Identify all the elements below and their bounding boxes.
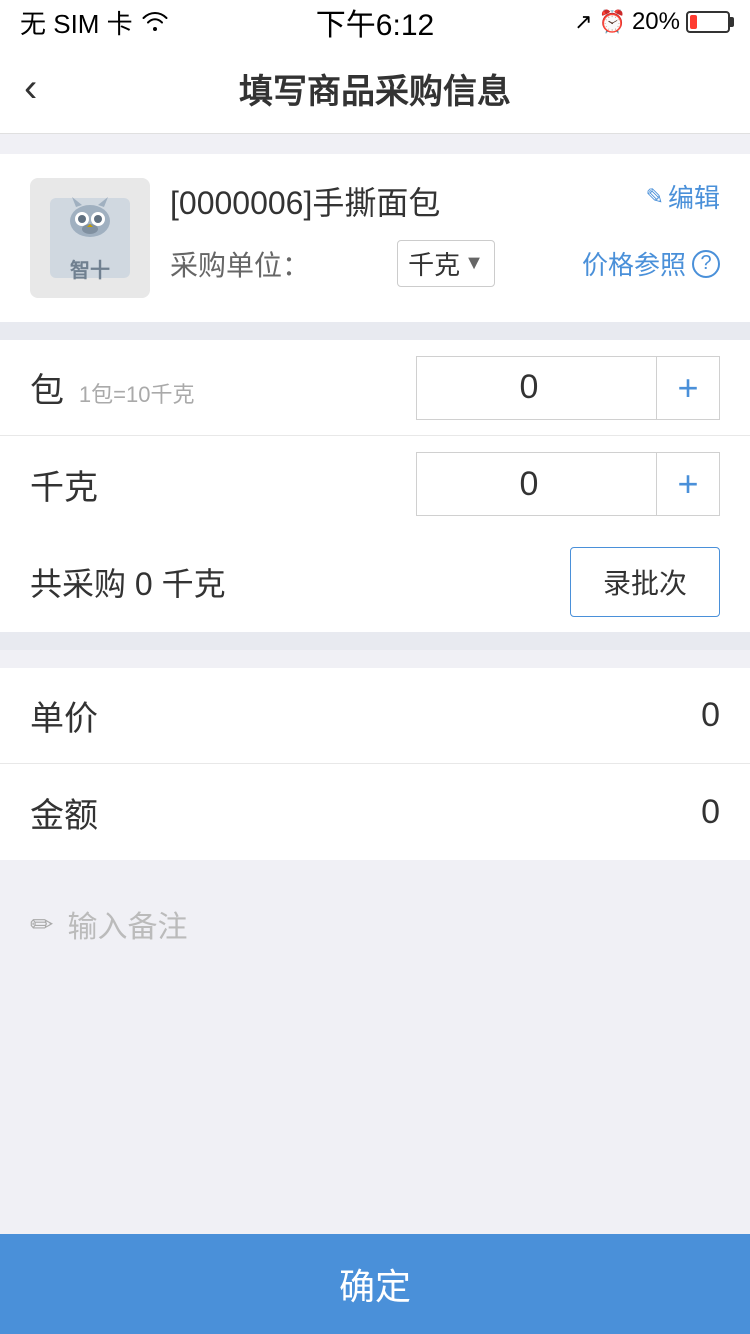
chevron-down-icon: ▼ bbox=[464, 252, 484, 275]
page-title: 填写商品采购信息 bbox=[239, 64, 511, 113]
bao-number-input[interactable] bbox=[416, 356, 656, 420]
wifi-icon bbox=[141, 7, 169, 38]
unit-select[interactable]: 千克 ▼ bbox=[397, 240, 495, 287]
section-divider-1 bbox=[0, 322, 750, 340]
bao-label: 包 bbox=[30, 372, 64, 410]
edit-button[interactable]: ✎ 编辑 bbox=[646, 178, 720, 215]
amount-row: 金额 0 bbox=[0, 764, 750, 860]
bao-input-row: 包 1包=10千克 + bbox=[0, 340, 750, 436]
location-icon: ↗ bbox=[574, 9, 592, 35]
notes-section[interactable]: ✏ 输入备注 bbox=[0, 878, 750, 970]
kg-plus-button[interactable]: + bbox=[656, 452, 720, 516]
price-ref-button[interactable]: 价格参照 ? bbox=[582, 245, 720, 282]
summary-row: 共采购 0 千克 录批次 bbox=[0, 532, 750, 632]
amount-label: 金额 bbox=[30, 788, 98, 837]
kg-input-right: + bbox=[416, 452, 720, 516]
kg-input-row: 千克 + bbox=[0, 436, 750, 532]
section-divider-2 bbox=[0, 632, 750, 650]
price-section: 单价 0 金额 0 bbox=[0, 668, 750, 860]
status-bar-left: 无 SIM 卡 bbox=[20, 4, 169, 41]
product-image-label: 智十 bbox=[70, 254, 110, 283]
status-bar: 无 SIM 卡 下午6:12 ↗ ⏰ 20% bbox=[0, 0, 750, 44]
status-bar-right: ↗ ⏰ 20% bbox=[574, 8, 730, 36]
confirm-button[interactable]: 确定 bbox=[0, 1234, 750, 1334]
batch-button[interactable]: 录批次 bbox=[570, 547, 720, 617]
bao-input-right: + bbox=[416, 356, 720, 420]
bao-plus-button[interactable]: + bbox=[656, 356, 720, 420]
unit-price-label: 单价 bbox=[30, 691, 98, 740]
alarm-icon: ⏰ bbox=[599, 9, 626, 35]
battery-percent: 20% bbox=[632, 8, 680, 36]
unit-value: 千克 bbox=[408, 245, 460, 282]
notes-placeholder: 输入备注 bbox=[67, 902, 187, 946]
confirm-label: 确定 bbox=[339, 1258, 411, 1310]
product-info: [0000006]手撕面包 ✎ 编辑 采购单位： 千克 ▼ 价格参照 ? bbox=[170, 178, 720, 287]
content-area bbox=[0, 970, 750, 1270]
product-image: 智十 bbox=[30, 178, 150, 298]
nav-bar: ‹ 填写商品采购信息 bbox=[0, 44, 750, 134]
unit-price-value: 0 bbox=[701, 696, 720, 735]
product-card: 智十 [0000006]手撕面包 ✎ 编辑 采购单位： 千克 ▼ 价格参照 ? bbox=[0, 154, 750, 322]
back-button[interactable]: ‹ bbox=[24, 66, 37, 111]
price-ref-label: 价格参照 bbox=[582, 245, 686, 282]
pencil-icon: ✏ bbox=[30, 908, 53, 941]
battery-indicator bbox=[686, 11, 730, 33]
status-bar-time: 下午6:12 bbox=[316, 0, 434, 44]
amount-value: 0 bbox=[701, 793, 720, 832]
bao-sub-label: 1包=10千克 bbox=[79, 382, 195, 407]
kg-label: 千克 bbox=[30, 460, 98, 509]
edit-icon: ✎ bbox=[646, 184, 664, 210]
product-logo-icon bbox=[62, 193, 118, 250]
unit-label: 采购单位： bbox=[170, 244, 310, 284]
product-name: [0000006]手撕面包 bbox=[170, 178, 440, 224]
help-icon: ? bbox=[692, 250, 720, 278]
summary-total-text: 共采购 0 千克 bbox=[30, 559, 226, 605]
unit-price-row: 单价 0 bbox=[0, 668, 750, 764]
kg-number-input[interactable] bbox=[416, 452, 656, 516]
carrier-text: 无 SIM 卡 bbox=[20, 4, 133, 41]
bao-label-group: 包 1包=10千克 bbox=[30, 363, 194, 412]
input-section: 包 1包=10千克 + 千克 + bbox=[0, 340, 750, 532]
